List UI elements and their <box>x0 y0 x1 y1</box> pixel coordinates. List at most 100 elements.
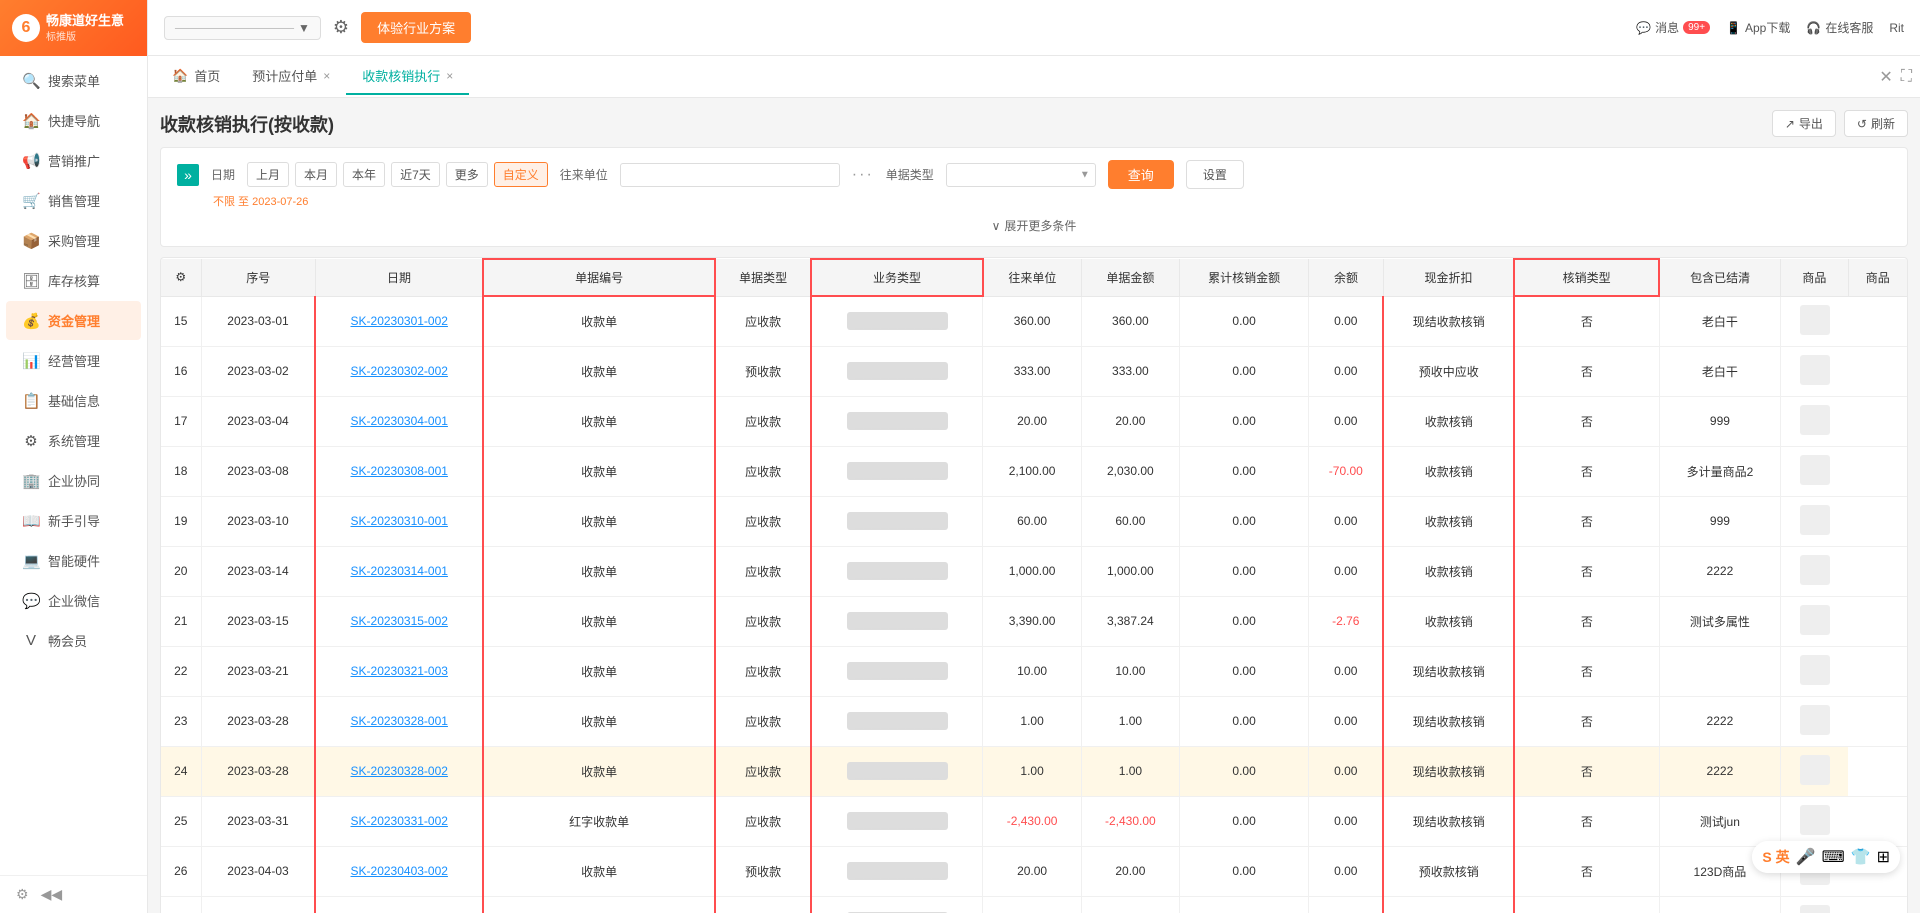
voucher-no-link[interactable]: SK-20230321-003 <box>351 664 448 678</box>
sidebar-item-hardware[interactable]: 💻智能硬件 <box>6 541 141 580</box>
sidebar-item-wechat[interactable]: 💬企业微信 <box>6 581 141 620</box>
tab-home[interactable]: 🏠 首页 <box>156 58 236 95</box>
top-header: ────────────── ▼ ⚙ 体验行业方案 💬 消息 99+ 📱 App… <box>148 0 1920 56</box>
filter-collapse-button[interactable]: » <box>177 164 199 186</box>
grid-icon[interactable]: ⊞ <box>1877 847 1890 867</box>
home-icon: 🏠 <box>172 68 188 84</box>
voucher-type-select-wrap <box>946 163 1096 187</box>
th-settings[interactable]: ⚙ <box>161 259 201 296</box>
message-action[interactable]: 💬 消息 99+ <box>1636 19 1710 36</box>
td-voucher-type: 收款单 <box>483 696 715 746</box>
sidebar-item-enterprise[interactable]: 🏢企业协同 <box>6 461 141 500</box>
refresh-button[interactable]: ↺ 刷新 <box>1844 110 1908 137</box>
sidebar-item-sales[interactable]: 🛒销售管理 <box>6 181 141 220</box>
voucher-no-link[interactable]: SK-20230314-001 <box>351 564 448 578</box>
td-voucher-type: 红字收款单 <box>483 796 715 846</box>
sidebar-item-guide[interactable]: 📖新手引导 <box>6 501 141 540</box>
sidebar-item-member[interactable]: V畅会员 <box>6 621 141 660</box>
td-amount: 20.00 <box>983 846 1081 896</box>
td-cash-discount: 0.00 <box>1309 746 1384 796</box>
td-amount: 1.00 <box>983 696 1081 746</box>
td-cancel-type: 现结收款核销 <box>1383 746 1514 796</box>
voucher-type-select[interactable] <box>946 163 1096 187</box>
shirt-icon[interactable]: 👕 <box>1851 847 1871 867</box>
td-accumulated: 1.00 <box>1081 696 1179 746</box>
table-scroll[interactable]: ⚙ 序号 日期 单据编号 单据类型 业务类型 往来单位 单据金额 累计核销金额 … <box>161 258 1907 913</box>
td-cash-discount: 0.00 <box>1309 396 1384 446</box>
table-row: 222023-03-21SK-20230321-003收款单应收款███████… <box>161 646 1907 696</box>
settings-icon[interactable]: ⚙ <box>16 886 29 903</box>
sidebar-icon-finance: 💰 <box>22 312 40 330</box>
tab-pending-close[interactable]: × <box>323 69 330 83</box>
sidebar-icon-member: V <box>22 632 40 649</box>
td-accumulated: 360.00 <box>1081 296 1179 346</box>
fullscreen-icon[interactable]: ⛶ <box>1901 68 1912 86</box>
tab-collection[interactable]: 收款核销执行 × <box>346 58 469 95</box>
close-all-icon[interactable]: ✕ <box>1879 67 1892 87</box>
sidebar-icon-quicknav: 🏠 <box>22 112 40 130</box>
sidebar-icon-operation: 📊 <box>22 352 40 370</box>
voucher-no-link[interactable]: SK-20230304-001 <box>351 414 448 428</box>
last7-btn[interactable]: 近7天 <box>391 162 440 187</box>
table-row: 232023-03-28SK-20230328-001收款单应收款███████… <box>161 696 1907 746</box>
voucher-no-link[interactable]: SK-20230301-002 <box>351 314 448 328</box>
page-title: 收款核销执行(按收款) <box>160 111 334 137</box>
solution-button[interactable]: 体验行业方案 <box>361 12 471 43</box>
td-balance: 0.00 <box>1180 396 1309 446</box>
gear-icon[interactable]: ⚙ <box>333 17 349 38</box>
tab-pending[interactable]: 预计应付单 × <box>236 58 346 95</box>
sidebar-item-system[interactable]: ⚙系统管理 <box>6 421 141 460</box>
sidebar-item-finance[interactable]: 💰资金管理 <box>6 301 141 340</box>
app-download-action[interactable]: 📱 App下载 <box>1726 19 1790 36</box>
tab-collection-close[interactable]: × <box>446 69 453 83</box>
voucher-no-link[interactable]: SK-20230331-002 <box>351 814 448 828</box>
counter-party-input[interactable] <box>620 163 840 187</box>
query-button[interactable]: 查询 <box>1108 160 1174 189</box>
module-dropdown[interactable]: ────────────── ▼ <box>164 16 321 40</box>
expand-label: 展开更多条件 <box>1004 217 1076 234</box>
voucher-no-link[interactable]: SK-20230328-002 <box>351 764 448 778</box>
keyboard-icon[interactable]: ⌨ <box>1822 847 1845 867</box>
user-name[interactable]: Rit <box>1889 21 1904 35</box>
sidebar-item-quicknav[interactable]: 🏠快捷导航 <box>6 101 141 140</box>
expand-more-row[interactable]: ∨ 展开更多条件 <box>177 217 1891 234</box>
td-voucher-type: 收款单 <box>483 346 715 396</box>
more-btn[interactable]: 更多 <box>446 162 488 187</box>
last-month-btn[interactable]: 上月 <box>247 162 289 187</box>
voucher-no-link[interactable]: SK-20230308-001 <box>351 464 448 478</box>
this-month-btn[interactable]: 本月 <box>295 162 337 187</box>
td-include-settled: 否 <box>1514 596 1659 646</box>
sidebar-item-basic[interactable]: 📋基础信息 <box>6 381 141 420</box>
td-cancel-type: 现结收款核销 <box>1383 296 1514 346</box>
this-year-btn[interactable]: 本年 <box>343 162 385 187</box>
voucher-no-link[interactable]: SK-20230315-002 <box>351 614 448 628</box>
mic-icon[interactable]: 🎤 <box>1796 847 1816 867</box>
sidebar-item-search[interactable]: 🔍搜索菜单 <box>6 61 141 100</box>
voucher-no-link[interactable]: SK-20230403-002 <box>351 864 448 878</box>
sidebar-item-marketing[interactable]: 📢营销推广 <box>6 141 141 180</box>
sidebar-item-inventory[interactable]: 🗄库存核算 <box>6 261 141 300</box>
td-amount: 3,390.00 <box>983 596 1081 646</box>
service-action[interactable]: 🎧 在线客服 <box>1806 19 1873 36</box>
export-button[interactable]: ↗ 导出 <box>1772 110 1836 137</box>
td-voucher-type: 收款单 <box>483 646 715 696</box>
td-seq: 16 <box>161 346 201 396</box>
td-voucher-type: 收款单 <box>483 446 715 496</box>
sidebar-item-purchase[interactable]: 📦采购管理 <box>6 221 141 260</box>
td-goods2 <box>1781 746 1848 796</box>
td-include-settled: 否 <box>1514 446 1659 496</box>
td-goods2 <box>1781 696 1848 746</box>
voucher-no-link[interactable]: SK-20230302-002 <box>351 364 448 378</box>
td-seq: 18 <box>161 446 201 496</box>
voucher-no-link[interactable]: SK-20230310-001 <box>351 514 448 528</box>
collapse-icon[interactable]: ◀◀ <box>41 886 63 903</box>
settings-button[interactable]: 设置 <box>1186 160 1244 189</box>
custom-btn[interactable]: 自定义 <box>494 162 548 187</box>
th-goods: 商品 <box>1781 259 1848 296</box>
td-seq: 17 <box>161 396 201 446</box>
td-biz-type: 预收款 <box>715 846 811 896</box>
sidebar-item-operation[interactable]: 📊经营管理 <box>6 341 141 380</box>
voucher-no-link[interactable]: SK-20230328-001 <box>351 714 448 728</box>
td-balance: 0.00 <box>1180 596 1309 646</box>
filter-area: » 日期 上月 本月 本年 近7天 更多 自定义 往来单位 ··· 单据类型 <box>160 147 1908 247</box>
